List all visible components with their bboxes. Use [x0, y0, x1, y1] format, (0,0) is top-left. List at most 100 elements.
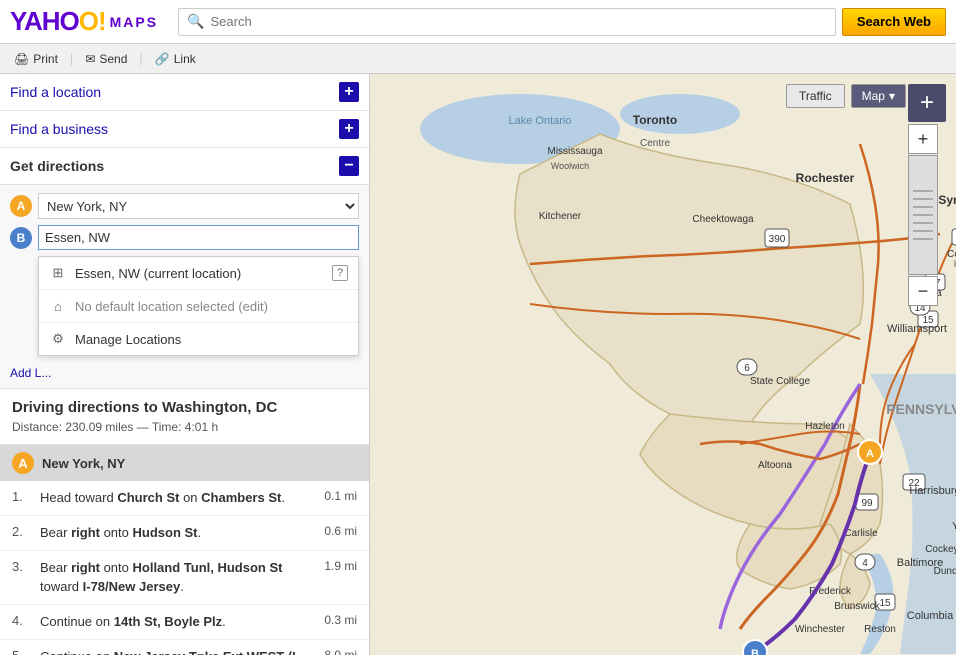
- distance-label: Distance:: [12, 420, 62, 434]
- svg-text:Kitchener: Kitchener: [539, 211, 582, 222]
- link-button[interactable]: 🔗 Link: [151, 50, 200, 68]
- map-type-chevron-icon: ▾: [889, 89, 895, 103]
- help-icon[interactable]: ?: [332, 265, 348, 281]
- add-location-link[interactable]: Add L...: [10, 366, 51, 380]
- logo: YAHOO! MAPS: [10, 6, 158, 37]
- step-text: Continue on New Jersey Tpke Ext WEST (I-…: [40, 648, 307, 655]
- step-distance: 8.0 mi: [317, 648, 357, 655]
- find-business-section[interactable]: Find a business +: [0, 111, 369, 148]
- get-directions-toggle[interactable]: −: [339, 156, 359, 176]
- send-label: Send: [99, 52, 127, 66]
- svg-text:A: A: [866, 448, 874, 460]
- map-area[interactable]: Lake Ontario: [370, 74, 956, 655]
- svg-text:Altoona: Altoona: [758, 460, 792, 471]
- search-input[interactable]: [211, 14, 827, 29]
- header: YAHOO! MAPS 🔍 Search Web: [0, 0, 956, 44]
- step-distance: 0.3 mi: [317, 613, 357, 627]
- link-label: Link: [174, 52, 196, 66]
- find-location-section[interactable]: Find a location +: [0, 74, 369, 111]
- step-text: Bear right onto Holland Tunl, Hudson St …: [40, 559, 307, 595]
- directions-result: Driving directions to Washington, DC Dis…: [0, 389, 369, 445]
- search-bar[interactable]: 🔍: [178, 8, 836, 36]
- main-layout: Find a location + Find a business + Get …: [0, 74, 956, 655]
- from-select[interactable]: New York, NY: [38, 193, 359, 219]
- to-label: B: [10, 227, 32, 249]
- map-controls: Traffic Map ▾: [786, 84, 906, 108]
- svg-text:Rochester: Rochester: [796, 171, 855, 185]
- step-number: 1.: [12, 489, 30, 504]
- table-row: 1. Head toward Church St on Chambers St.…: [0, 481, 369, 516]
- step-text: Continue on 14th St, Boyle Plz.: [40, 613, 307, 631]
- toolbar-separator-1: |: [70, 51, 73, 66]
- traffic-button[interactable]: Traffic: [786, 84, 845, 108]
- zoom-slider-track: [913, 190, 933, 240]
- waypoint-a-name: New York, NY: [42, 456, 125, 471]
- print-icon: 🖨: [14, 52, 29, 66]
- map-type-button[interactable]: Map ▾: [851, 84, 906, 108]
- svg-text:Lake Ontario: Lake Ontario: [509, 115, 572, 127]
- dropdown-item-current-text: Essen, NW (current location): [75, 266, 241, 281]
- search-web-button[interactable]: Search Web: [842, 8, 946, 36]
- zoom-controls: + + −: [908, 84, 946, 307]
- svg-text:4: 4: [862, 558, 868, 569]
- svg-text:Reston: Reston: [864, 624, 896, 635]
- svg-text:York: York: [952, 521, 956, 532]
- svg-text:Mississauga: Mississauga: [547, 146, 602, 157]
- zoom-in-button[interactable]: +: [908, 124, 938, 154]
- maps-logo-text: MAPS: [110, 14, 158, 30]
- directions-summary: Distance: 230.09 miles — Time: 4:01 h: [12, 420, 357, 434]
- computer-icon: ⊞: [49, 264, 67, 282]
- time-value: 4:01 h: [185, 420, 218, 434]
- waypoint-a-badge: A: [12, 452, 34, 474]
- svg-text:Dundalk: Dundalk: [934, 566, 956, 577]
- directions-steps: 1. Head toward Church St on Chambers St.…: [0, 481, 369, 655]
- svg-text:PENNSYLVANIA: PENNSYLVANIA: [886, 401, 956, 417]
- svg-text:State College: State College: [750, 376, 810, 387]
- toolbar-separator-2: |: [139, 51, 142, 66]
- directions-destination: Driving directions to Washington, DC: [12, 399, 357, 416]
- svg-text:Centre: Centre: [640, 138, 670, 149]
- zoom-slider[interactable]: [908, 155, 938, 275]
- dropdown-item-current[interactable]: ⊞ Essen, NW (current location) ?: [39, 257, 358, 290]
- svg-text:Cheektowaga: Cheektowaga: [692, 214, 754, 225]
- step-number: 5.: [12, 648, 30, 655]
- dropdown-item-manage-text: Manage Locations: [75, 332, 181, 347]
- step-distance: 0.6 mi: [317, 524, 357, 538]
- home-icon: ⌂: [49, 297, 67, 315]
- zoom-out-button[interactable]: −: [908, 276, 938, 306]
- dropdown-item-home[interactable]: ⌂ No default location selected (edit): [39, 290, 358, 323]
- time-label: Time:: [152, 420, 182, 434]
- toolbar: 🖨 Print | ✉ Send | 🔗 Link: [0, 44, 956, 74]
- left-panel: Find a location + Find a business + Get …: [0, 74, 370, 655]
- svg-text:390: 390: [769, 234, 786, 245]
- get-directions-title: Get directions: [10, 158, 104, 174]
- find-location-toggle[interactable]: +: [339, 82, 359, 102]
- print-button[interactable]: 🖨 Print: [10, 50, 62, 68]
- get-directions-section: Get directions −: [0, 148, 369, 185]
- step-distance: 1.9 mi: [317, 559, 357, 573]
- find-location-title: Find a location: [10, 84, 101, 100]
- step-text: Head toward Church St on Chambers St.: [40, 489, 307, 507]
- dropdown-item-manage[interactable]: ⚙ Manage Locations: [39, 323, 358, 355]
- table-row: 5. Continue on New Jersey Tpke Ext WEST …: [0, 640, 369, 655]
- svg-text:Toronto: Toronto: [633, 113, 677, 127]
- svg-text:Hazleton: Hazleton: [805, 421, 844, 432]
- send-button[interactable]: ✉ Send: [81, 50, 131, 68]
- find-business-toggle[interactable]: +: [339, 119, 359, 139]
- to-row: B Essen, NW: [10, 225, 359, 250]
- svg-text:Columbia: Columbia: [907, 610, 954, 622]
- svg-text:99: 99: [861, 498, 873, 509]
- zoom-plus-big-button[interactable]: +: [908, 84, 946, 122]
- link-icon: 🔗: [155, 52, 170, 66]
- svg-text:Woolwich: Woolwich: [551, 161, 589, 171]
- step-number: 3.: [12, 559, 30, 574]
- table-row: 4. Continue on 14th St, Boyle Plz. 0.3 m…: [0, 605, 369, 640]
- step-number: 4.: [12, 613, 30, 628]
- location-dropdown: ⊞ Essen, NW (current location) ? ⌂ No de…: [38, 256, 359, 356]
- gear-icon: ⚙: [49, 330, 67, 348]
- yahoo-logo-text: YAHOO!: [10, 6, 106, 37]
- svg-text:6: 6: [744, 363, 750, 374]
- step-number: 2.: [12, 524, 30, 539]
- step-distance: 0.1 mi: [317, 489, 357, 503]
- from-label: A: [10, 195, 32, 217]
